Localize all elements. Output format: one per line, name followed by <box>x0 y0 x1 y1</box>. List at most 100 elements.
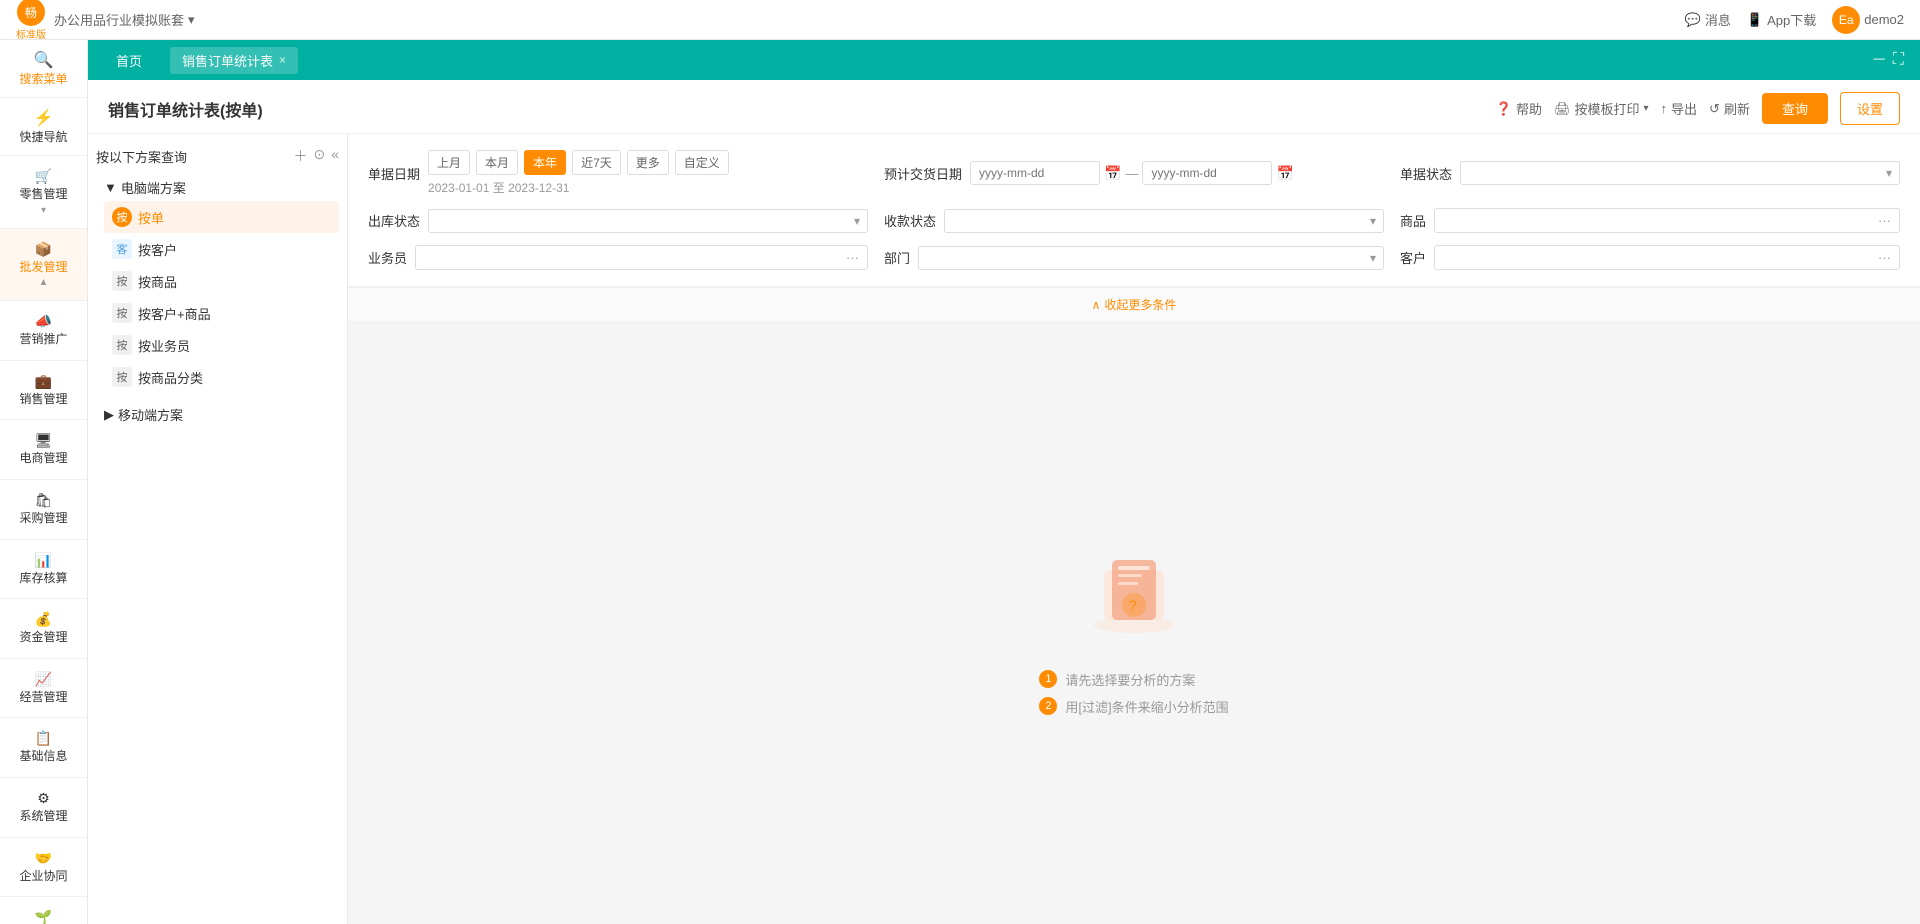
user-label: demo2 <box>1864 12 1904 27</box>
tree-item-by-order[interactable]: 按 按单 <box>104 201 339 233</box>
sidebar-item-inventory[interactable]: 📊 库存核算 <box>0 540 87 600</box>
sidebar-item-retail[interactable]: 🛒 零售管理 ▾ <box>0 156 87 229</box>
export-button[interactable]: ↑ 导出 <box>1661 99 1698 118</box>
sidebar-search[interactable]: 🔍 搜索菜单 <box>0 40 87 98</box>
workspace-selector[interactable]: 办公用品行业模拟账套 ▾ <box>54 10 195 29</box>
avatar: Ea <box>1832 6 1860 34</box>
workspace-label: 办公用品行业模拟账套 <box>54 10 184 29</box>
sidebar-item-purchase[interactable]: 🛍 采购管理 <box>0 480 87 540</box>
by-product-icon: 按 <box>112 271 132 291</box>
tree-item-by-customer-product[interactable]: 按 按客户+商品 <box>104 297 339 329</box>
sales-icon: 💼 <box>35 373 52 390</box>
sidebar-nav-quick[interactable]: ⚡ 快捷导航 <box>0 98 87 156</box>
help-button[interactable]: ❓ 帮助 <box>1496 99 1542 118</box>
payment-status-select[interactable] <box>944 209 1384 233</box>
collapse-filter-button[interactable]: ∧ 收起更多条件 <box>348 287 1920 321</box>
by-product-category-label: 按商品分类 <box>138 368 203 387</box>
ship-status-label: 出库状态 <box>368 211 420 230</box>
date-btn-last-month[interactable]: 上月 <box>428 150 470 175</box>
ship-status-select[interactable] <box>428 209 868 233</box>
date-label: 单据日期 <box>368 164 420 183</box>
sidebar-item-operations[interactable]: 📈 经营管理 <box>0 659 87 719</box>
newbie-icon: 🌱 <box>35 909 52 924</box>
minimize-icon[interactable]: ─ <box>1873 51 1884 69</box>
sidebar-wholesale-label: 批发管理 <box>19 260 67 276</box>
filter-area: 单据日期 上月 本月 本年 近7天 更多 自定义 20 <box>348 134 1920 287</box>
ship-status-wrapper <box>428 209 868 233</box>
order-status-select[interactable] <box>1460 161 1900 185</box>
app-download-icon: 📱 <box>1747 12 1763 28</box>
message-action[interactable]: 💬 消息 <box>1685 10 1731 29</box>
add-plan-icon[interactable]: ＋ <box>293 146 307 166</box>
customer-more-icon[interactable]: ··· <box>1878 250 1891 265</box>
app-download-label: App下载 <box>1767 10 1816 29</box>
purchase-icon: 🛍 <box>35 492 53 509</box>
product-more-icon[interactable]: ··· <box>1878 213 1891 228</box>
print-arrow-icon: ▾ <box>1644 103 1649 114</box>
user-action[interactable]: Ea demo2 <box>1832 6 1904 34</box>
pc-section-label: 电脑端方案 <box>121 178 186 197</box>
refresh-icon: ↺ <box>1709 101 1720 117</box>
sidebar-item-basic[interactable]: 📋 基础信息 <box>0 718 87 778</box>
empty-state: ? 1 请先选择要分析的方案 2 用[过滤]条件来缩小分析范围 <box>348 321 1920 924</box>
department-wrapper <box>918 246 1384 270</box>
set-button[interactable]: 设置 <box>1840 92 1900 125</box>
date-btn-custom[interactable]: 自定义 <box>675 150 729 175</box>
tree-item-by-customer[interactable]: 客 按客户 <box>104 233 339 265</box>
pc-section-header[interactable]: ▼ 电脑端方案 <box>96 174 339 201</box>
sidebar-item-finance[interactable]: 💰 资金管理 <box>0 599 87 659</box>
sidebar-item-system[interactable]: ⚙ 系统管理 <box>0 778 87 838</box>
salesperson-more-icon[interactable]: ··· <box>846 250 859 265</box>
payment-status-item: 收款状态 <box>884 209 1384 233</box>
empty-tip-2: 2 用[过滤]条件来缩小分析范围 <box>1039 697 1228 716</box>
sidebar-basic-label: 基础信息 <box>19 749 67 765</box>
date-btn-more[interactable]: 更多 <box>627 150 669 175</box>
sidebar-inventory-label: 库存核算 <box>19 571 67 587</box>
date-btn-this-month[interactable]: 本月 <box>476 150 518 175</box>
expected-date-end-input[interactable] <box>1142 161 1272 185</box>
salesperson-label: 业务员 <box>368 248 407 267</box>
mobile-section-header[interactable]: ▶ 移动端方案 <box>96 401 339 428</box>
sidebar-system-label: 系统管理 <box>19 809 67 825</box>
expected-date-inputs: 📅 — 📅 <box>970 161 1294 185</box>
calendar-start-icon[interactable]: 📅 <box>1104 165 1121 182</box>
template-print-button[interactable]: 🖨 按模板打印 ▾ <box>1554 99 1649 118</box>
sidebar-sales-label: 销售管理 <box>19 392 67 408</box>
date-btn-7days[interactable]: 近7天 <box>572 150 621 175</box>
main-panel: 单据日期 上月 本月 本年 近7天 更多 自定义 20 <box>348 134 1920 924</box>
tab-sales-stats[interactable]: 销售订单统计表 × <box>170 47 298 74</box>
page-title: 销售订单统计表(按单) <box>108 97 263 121</box>
sidebar-item-marketing[interactable]: 📣 营销推广 <box>0 301 87 361</box>
sidebar-item-ecommerce[interactable]: 🖥 电商管理 <box>0 420 87 480</box>
date-btn-this-year[interactable]: 本年 <box>524 150 566 175</box>
app-download-action[interactable]: 📱 App下载 <box>1747 10 1816 29</box>
wholesale-arrow-icon: ▲ <box>39 277 49 288</box>
settings-plan-icon[interactable]: ⊙ <box>313 146 325 166</box>
export-label: 导出 <box>1671 99 1697 118</box>
sidebar-item-enterprise[interactable]: 🤝 企业协同 <box>0 838 87 898</box>
sidebar-marketing-label: 营销推广 <box>19 332 67 348</box>
sidebar-purchase-label: 采购管理 <box>19 511 67 527</box>
maximize-icon[interactable]: ⛶ <box>1893 51 1904 69</box>
sidebar-search-label: 搜索菜单 <box>8 70 79 87</box>
tab-close-icon[interactable]: × <box>279 53 286 67</box>
tree-item-by-salesperson[interactable]: 按 按业务员 <box>104 329 339 361</box>
logo-icon: 畅 <box>17 0 45 26</box>
expected-date-start-input[interactable] <box>970 161 1100 185</box>
sidebar-item-newbie[interactable]: 🌱 新手引导 <box>0 897 87 924</box>
tree-item-by-product[interactable]: 按 按商品 <box>104 265 339 297</box>
collapse-panel-icon[interactable]: « <box>331 146 339 166</box>
query-button[interactable]: 查询 <box>1762 93 1828 124</box>
product-item: 商品 ··· <box>1400 208 1900 233</box>
sidebar-item-sales[interactable]: 💼 销售管理 <box>0 361 87 421</box>
tip2-num: 2 <box>1039 697 1057 715</box>
sidebar-item-wholesale[interactable]: 📦 批发管理 ▲ <box>0 229 87 302</box>
tab-home[interactable]: 首页 <box>104 47 154 74</box>
collapse-label: 收起更多条件 <box>1104 296 1176 313</box>
refresh-button[interactable]: ↺ 刷新 <box>1709 99 1750 118</box>
department-select[interactable] <box>918 246 1384 270</box>
calendar-end-icon[interactable]: 📅 <box>1276 165 1293 182</box>
marketing-icon: 📣 <box>35 313 52 330</box>
tree-item-by-product-category[interactable]: 按 按商品分类 <box>104 361 339 393</box>
retail-icon: 🛒 <box>35 168 52 185</box>
